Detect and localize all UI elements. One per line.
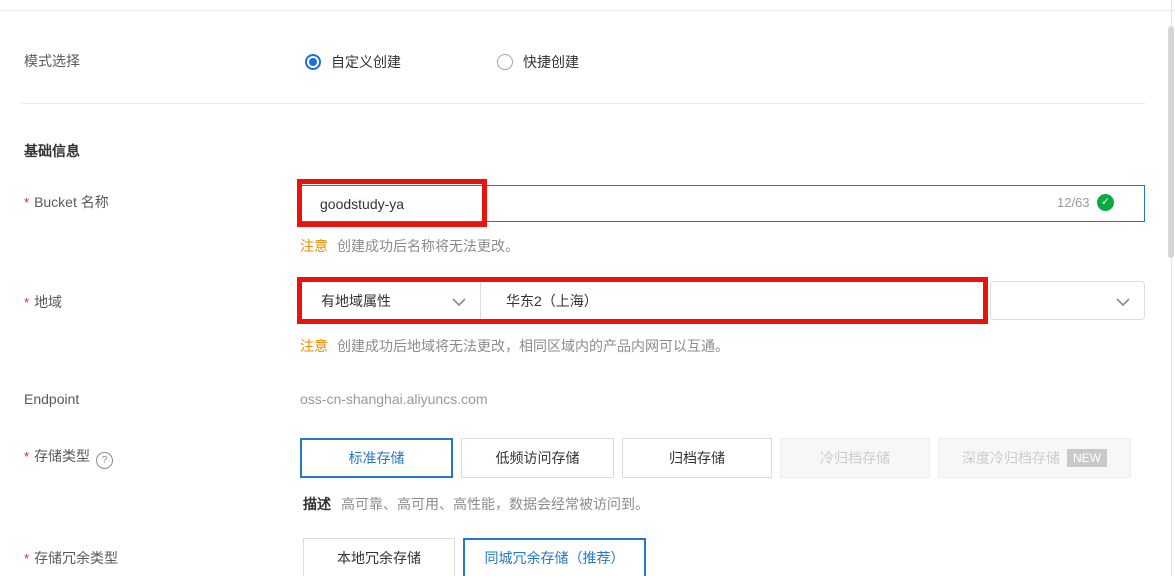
region-type-select[interactable]: 有地域属性	[300, 281, 481, 320]
region-select[interactable]: 华东2（上海）	[480, 281, 985, 320]
note-prefix: 注意	[300, 338, 328, 354]
region-select-value: 华东2（上海）	[506, 292, 598, 309]
oss-bucket-create-form: 模式选择 自定义创建 快捷创建 基础信息 *Bucket 名称 12/63 ✓ …	[0, 0, 1175, 576]
radio-selected-icon[interactable]	[305, 54, 321, 70]
endpoint-value: oss-cn-shanghai.aliyuncs.com	[300, 391, 488, 407]
storage-option-deep-cold-archive: 深度冷归档存储 NEW	[938, 438, 1131, 478]
storage-type-description: 描述 高可靠、高可用、高性能，数据会经常被访问到。	[303, 496, 649, 512]
region-type-select-value: 有地域属性	[321, 292, 391, 309]
storage-option-cold-archive: 冷归档存储	[780, 438, 930, 478]
radio-quick-create[interactable]: 快捷创建	[497, 52, 579, 72]
note-prefix: 注意	[300, 238, 328, 254]
redundancy-option-zrs[interactable]: 同城冗余存储（推荐）	[463, 538, 646, 576]
help-question-icon[interactable]: ?	[96, 452, 114, 469]
required-asterisk: *	[24, 551, 30, 566]
region-extra-select[interactable]	[990, 281, 1145, 320]
required-asterisk: *	[24, 295, 30, 310]
radio-quick-create-label: 快捷创建	[523, 54, 579, 70]
required-asterisk: *	[24, 449, 30, 464]
required-asterisk: *	[24, 195, 30, 210]
basic-info-title: 基础信息	[24, 143, 80, 159]
scrollbar-thumb[interactable]	[1168, 26, 1174, 258]
region-label: * 地域	[24, 294, 63, 310]
chevron-down-icon	[452, 293, 466, 309]
storage-type-label: * 存储类型?	[24, 446, 114, 469]
redundancy-option-lrs[interactable]: 本地冗余存储	[303, 538, 455, 576]
chevron-down-icon	[1116, 293, 1130, 309]
bucket-name-note: 注意 创建成功后名称将无法更改。	[300, 238, 519, 254]
radio-unselected-icon[interactable]	[497, 54, 513, 70]
storage-option-archive[interactable]: 归档存储	[622, 438, 772, 478]
section-divider	[22, 103, 1145, 104]
bucket-name-label: * Bucket 名称	[24, 194, 109, 210]
radio-custom-create[interactable]: 自定义创建	[305, 52, 401, 72]
description-prefix: 描述	[303, 496, 331, 512]
bucket-name-input[interactable]	[300, 185, 1145, 222]
new-badge: NEW	[1067, 449, 1107, 467]
redundancy-label: * 存储冗余类型	[24, 550, 119, 566]
storage-option-ia[interactable]: 低频访问存储	[461, 438, 614, 478]
char-counter: 12/63	[1057, 195, 1090, 210]
radio-custom-create-label: 自定义创建	[331, 54, 401, 70]
endpoint-label: Endpoint	[24, 391, 80, 407]
top-divider	[0, 10, 1175, 11]
valid-check-icon: ✓	[1097, 194, 1114, 211]
storage-option-standard[interactable]: 标准存储	[300, 438, 453, 478]
region-note: 注意 创建成功后地域将无法更改，相同区域内的产品内网可以互通。	[300, 338, 729, 354]
mode-select-label: 模式选择	[24, 53, 80, 69]
